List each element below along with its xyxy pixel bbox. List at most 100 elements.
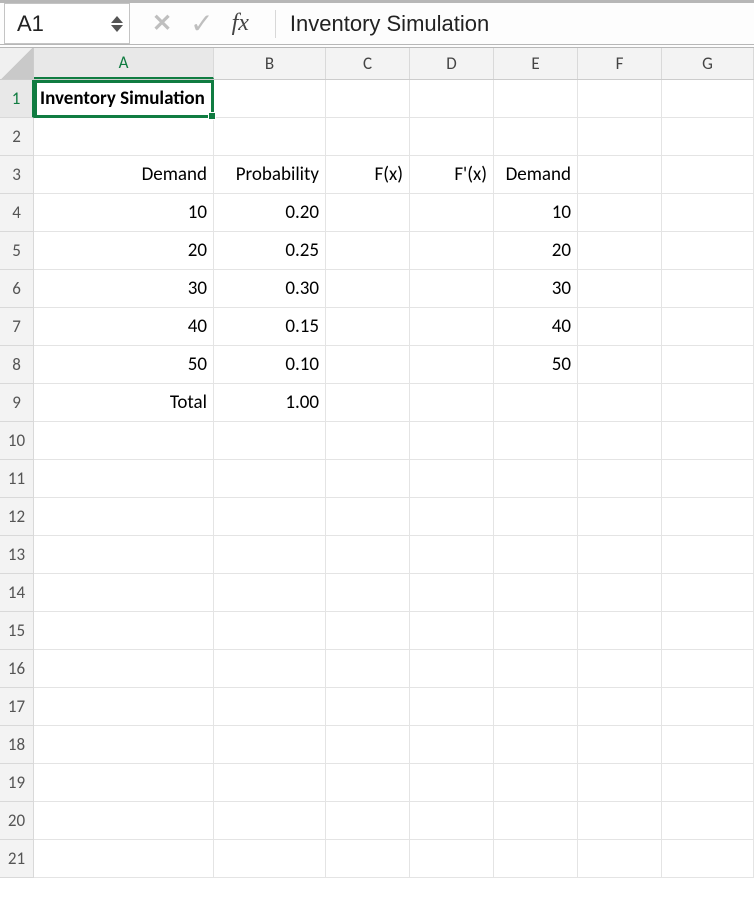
cell-E20[interactable] <box>494 802 578 840</box>
cell-A3[interactable]: Demand <box>34 156 214 194</box>
cell-D6[interactable] <box>410 270 494 308</box>
cell-A17[interactable] <box>34 688 214 726</box>
cell-B12[interactable] <box>214 498 326 536</box>
cell-F11[interactable] <box>578 460 662 498</box>
cell-D5[interactable] <box>410 232 494 270</box>
cell-C11[interactable] <box>326 460 410 498</box>
cell-G1[interactable] <box>662 80 754 118</box>
cell-B17[interactable] <box>214 688 326 726</box>
cell-G8[interactable] <box>662 346 754 384</box>
cell-D13[interactable] <box>410 536 494 574</box>
row-header-11[interactable]: 11 <box>0 460 34 498</box>
cell-F16[interactable] <box>578 650 662 688</box>
cell-B11[interactable] <box>214 460 326 498</box>
cell-D8[interactable] <box>410 346 494 384</box>
cell-F20[interactable] <box>578 802 662 840</box>
cell-D1[interactable] <box>410 80 494 118</box>
col-header-E[interactable]: E <box>494 48 578 79</box>
cell-D10[interactable] <box>410 422 494 460</box>
cell-F2[interactable] <box>578 118 662 156</box>
cell-B16[interactable] <box>214 650 326 688</box>
cell-C21[interactable] <box>326 840 410 878</box>
cell-G3[interactable] <box>662 156 754 194</box>
cell-D21[interactable] <box>410 840 494 878</box>
cell-C8[interactable] <box>326 346 410 384</box>
cell-D15[interactable] <box>410 612 494 650</box>
row-header-4[interactable]: 4 <box>0 194 34 232</box>
cell-A16[interactable] <box>34 650 214 688</box>
cell-C13[interactable] <box>326 536 410 574</box>
cell-C17[interactable] <box>326 688 410 726</box>
cell-C3[interactable]: F(x) <box>326 156 410 194</box>
cell-G21[interactable] <box>662 840 754 878</box>
cell-F18[interactable] <box>578 726 662 764</box>
row-header-15[interactable]: 15 <box>0 612 34 650</box>
select-all-corner[interactable] <box>0 48 34 79</box>
cell-D11[interactable] <box>410 460 494 498</box>
cell-F10[interactable] <box>578 422 662 460</box>
cell-G13[interactable] <box>662 536 754 574</box>
cell-F5[interactable] <box>578 232 662 270</box>
row-header-8[interactable]: 8 <box>0 346 34 384</box>
cell-E15[interactable] <box>494 612 578 650</box>
cell-A15[interactable] <box>34 612 214 650</box>
name-box-input[interactable] <box>15 10 105 38</box>
cell-A6[interactable]: 30 <box>34 270 214 308</box>
row-header-16[interactable]: 16 <box>0 650 34 688</box>
cell-B15[interactable] <box>214 612 326 650</box>
col-header-D[interactable]: D <box>410 48 494 79</box>
cell-F15[interactable] <box>578 612 662 650</box>
row-header-19[interactable]: 19 <box>0 764 34 802</box>
cell-G12[interactable] <box>662 498 754 536</box>
cell-C5[interactable] <box>326 232 410 270</box>
cell-F13[interactable] <box>578 536 662 574</box>
spinner-up-icon[interactable] <box>111 16 123 23</box>
cell-C15[interactable] <box>326 612 410 650</box>
cell-C7[interactable] <box>326 308 410 346</box>
cell-C14[interactable] <box>326 574 410 612</box>
row-header-20[interactable]: 20 <box>0 802 34 840</box>
col-header-G[interactable]: G <box>662 48 754 79</box>
cell-E7[interactable]: 40 <box>494 308 578 346</box>
row-header-12[interactable]: 12 <box>0 498 34 536</box>
cell-D2[interactable] <box>410 118 494 156</box>
cell-C18[interactable] <box>326 726 410 764</box>
row-header-5[interactable]: 5 <box>0 232 34 270</box>
row-header-14[interactable]: 14 <box>0 574 34 612</box>
cell-B19[interactable] <box>214 764 326 802</box>
cell-D9[interactable] <box>410 384 494 422</box>
cell-A1[interactable]: Inventory Simulation <box>34 80 214 118</box>
cell-C10[interactable] <box>326 422 410 460</box>
cell-E6[interactable]: 30 <box>494 270 578 308</box>
cell-G17[interactable] <box>662 688 754 726</box>
cell-G20[interactable] <box>662 802 754 840</box>
cell-E2[interactable] <box>494 118 578 156</box>
row-header-2[interactable]: 2 <box>0 118 34 156</box>
cell-B10[interactable] <box>214 422 326 460</box>
cell-A21[interactable] <box>34 840 214 878</box>
cell-E8[interactable]: 50 <box>494 346 578 384</box>
row-header-17[interactable]: 17 <box>0 688 34 726</box>
cell-B9[interactable]: 1.00 <box>214 384 326 422</box>
row-header-3[interactable]: 3 <box>0 156 34 194</box>
cell-G18[interactable] <box>662 726 754 764</box>
cell-C20[interactable] <box>326 802 410 840</box>
cell-A7[interactable]: 40 <box>34 308 214 346</box>
name-box-container[interactable] <box>4 3 130 44</box>
col-header-B[interactable]: B <box>214 48 326 79</box>
cell-F4[interactable] <box>578 194 662 232</box>
col-header-A[interactable]: A <box>34 48 214 79</box>
cell-E18[interactable] <box>494 726 578 764</box>
cell-F12[interactable] <box>578 498 662 536</box>
cell-B20[interactable] <box>214 802 326 840</box>
cell-C19[interactable] <box>326 764 410 802</box>
cell-D16[interactable] <box>410 650 494 688</box>
cell-E13[interactable] <box>494 536 578 574</box>
cell-B6[interactable]: 0.30 <box>214 270 326 308</box>
cell-C12[interactable] <box>326 498 410 536</box>
spinner-down-icon[interactable] <box>111 25 123 32</box>
cell-G6[interactable] <box>662 270 754 308</box>
cell-B5[interactable]: 0.25 <box>214 232 326 270</box>
cell-F17[interactable] <box>578 688 662 726</box>
cell-D18[interactable] <box>410 726 494 764</box>
